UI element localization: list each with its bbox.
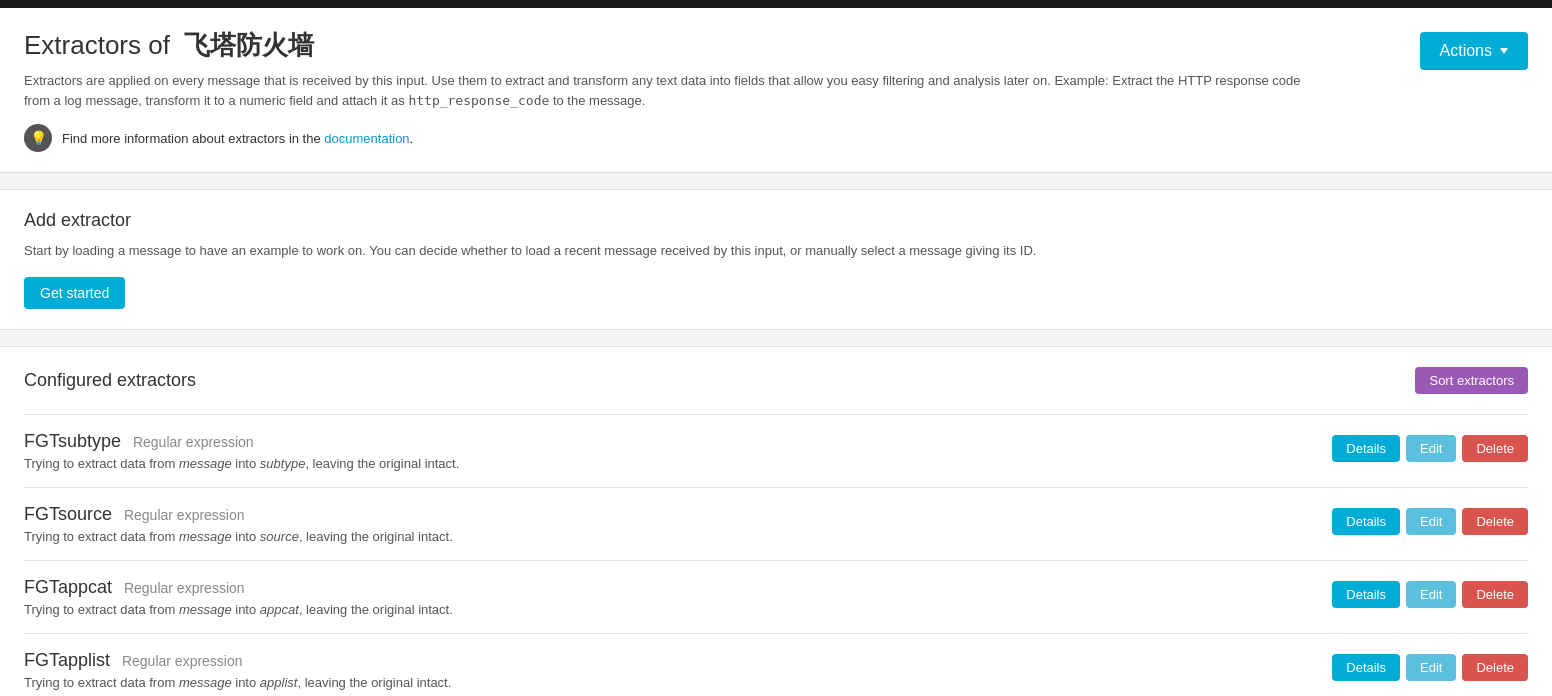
extractor-name-2: FGTappcat [24,577,112,597]
extractor-name-1: FGTsource [24,504,112,524]
page-description: Extractors are applied on every message … [24,71,1324,110]
title-chinese: 飞塔防火墙 [184,30,314,60]
title-prefix: Extractors of [24,30,170,60]
extractor-desc-3: Trying to extract data from message into… [24,675,1312,690]
extractor-type-1: Regular expression [124,507,245,523]
page-header: Extractors of 飞塔防火墙 Extractors are appli… [0,8,1552,173]
configured-header: Configured extractors Sort extractors [24,367,1528,394]
extractor-desc-2: Trying to extract data from message into… [24,602,1312,617]
extractor-actions-3: Details Edit Delete [1332,654,1528,681]
add-extractor-section: Add extractor Start by loading a message… [0,189,1552,330]
extractor-item-3: FGTapplist Regular expression Trying to … [24,633,1528,697]
extractor-name-3: FGTapplist [24,650,110,670]
get-started-button[interactable]: Get started [24,277,125,309]
top-bar [0,0,1552,8]
details-button-1[interactable]: Details [1332,508,1400,535]
extractor-info-0: FGTsubtype Regular expression Trying to … [24,431,1312,471]
extractor-item-2: FGTappcat Regular expression Trying to e… [24,560,1528,633]
sort-extractors-button[interactable]: Sort extractors [1415,367,1528,394]
add-extractor-title: Add extractor [24,210,1528,231]
extractor-info-2: FGTappcat Regular expression Trying to e… [24,577,1312,617]
delete-button-0[interactable]: Delete [1462,435,1528,462]
edit-button-0[interactable]: Edit [1406,435,1456,462]
extractor-type-2: Regular expression [124,580,245,596]
details-button-0[interactable]: Details [1332,435,1400,462]
extractor-actions-1: Details Edit Delete [1332,508,1528,535]
extractor-type-0: Regular expression [133,434,254,450]
info-box: 💡 Find more information about extractors… [24,124,1528,152]
page-title: Extractors of 飞塔防火墙 [24,28,1528,63]
delete-button-1[interactable]: Delete [1462,508,1528,535]
delete-button-2[interactable]: Delete [1462,581,1528,608]
extractor-name-0: FGTsubtype [24,431,121,451]
details-button-3[interactable]: Details [1332,654,1400,681]
extractor-actions-0: Details Edit Delete [1332,435,1528,462]
configured-section: Configured extractors Sort extractors FG… [0,346,1552,697]
extractor-info-1: FGTsource Regular expression Trying to e… [24,504,1312,544]
bulb-icon: 💡 [24,124,52,152]
info-text: Find more information about extractors i… [62,131,321,146]
add-extractor-subtitle: Start by loading a message to have an ex… [24,241,1528,261]
details-button-2[interactable]: Details [1332,581,1400,608]
extractor-item-0: FGTsubtype Regular expression Trying to … [24,414,1528,487]
extractor-actions-2: Details Edit Delete [1332,581,1528,608]
extractor-desc-1: Trying to extract data from message into… [24,529,1312,544]
edit-button-1[interactable]: Edit [1406,508,1456,535]
configured-title: Configured extractors [24,370,196,391]
edit-button-3[interactable]: Edit [1406,654,1456,681]
documentation-link[interactable]: documentation [324,131,409,146]
caret-icon [1500,48,1508,54]
edit-button-2[interactable]: Edit [1406,581,1456,608]
delete-button-3[interactable]: Delete [1462,654,1528,681]
extractor-desc-0: Trying to extract data from message into… [24,456,1312,471]
extractor-item-1: FGTsource Regular expression Trying to e… [24,487,1528,560]
actions-button[interactable]: Actions [1420,32,1528,70]
extractor-info-3: FGTapplist Regular expression Trying to … [24,650,1312,690]
extractor-type-3: Regular expression [122,653,243,669]
